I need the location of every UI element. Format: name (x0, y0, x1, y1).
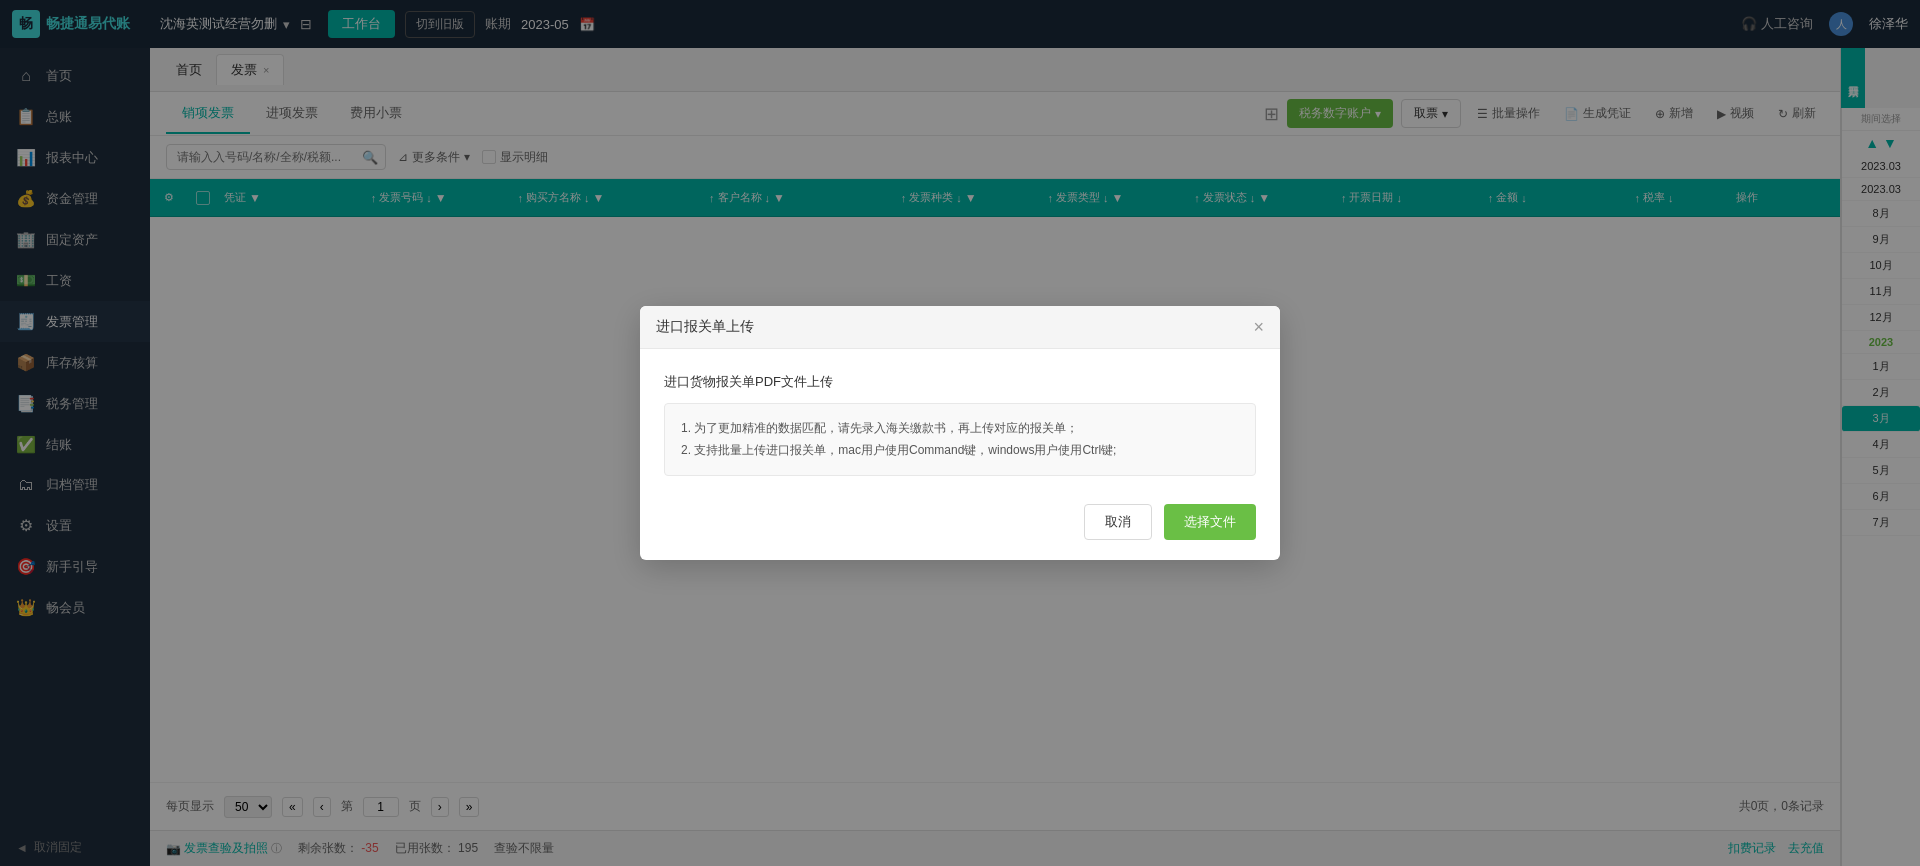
modal-info-box: 1. 为了更加精准的数据匹配，请先录入海关缴款书，再上传对应的报关单； 2. 支… (664, 403, 1256, 476)
modal-footer: 取消 选择文件 (640, 492, 1280, 560)
import-customs-modal: 进口报关单上传 × 进口货物报关单PDF文件上传 1. 为了更加精准的数据匹配，… (640, 306, 1280, 560)
modal-info-item-2: 2. 支持批量上传进口报关单，mac用户使用Command键，windows用户… (681, 440, 1239, 462)
modal-header: 进口报关单上传 × (640, 306, 1280, 349)
modal-body: 进口货物报关单PDF文件上传 1. 为了更加精准的数据匹配，请先录入海关缴款书，… (640, 349, 1280, 492)
modal-overlay: 进口报关单上传 × 进口货物报关单PDF文件上传 1. 为了更加精准的数据匹配，… (0, 0, 1920, 866)
modal-select-file-button[interactable]: 选择文件 (1164, 504, 1256, 540)
modal-info-item-1: 1. 为了更加精准的数据匹配，请先录入海关缴款书，再上传对应的报关单； (681, 418, 1239, 440)
modal-close-button[interactable]: × (1253, 318, 1264, 336)
modal-title: 进口报关单上传 (656, 318, 754, 336)
modal-cancel-button[interactable]: 取消 (1084, 504, 1152, 540)
modal-section-title: 进口货物报关单PDF文件上传 (664, 373, 1256, 391)
